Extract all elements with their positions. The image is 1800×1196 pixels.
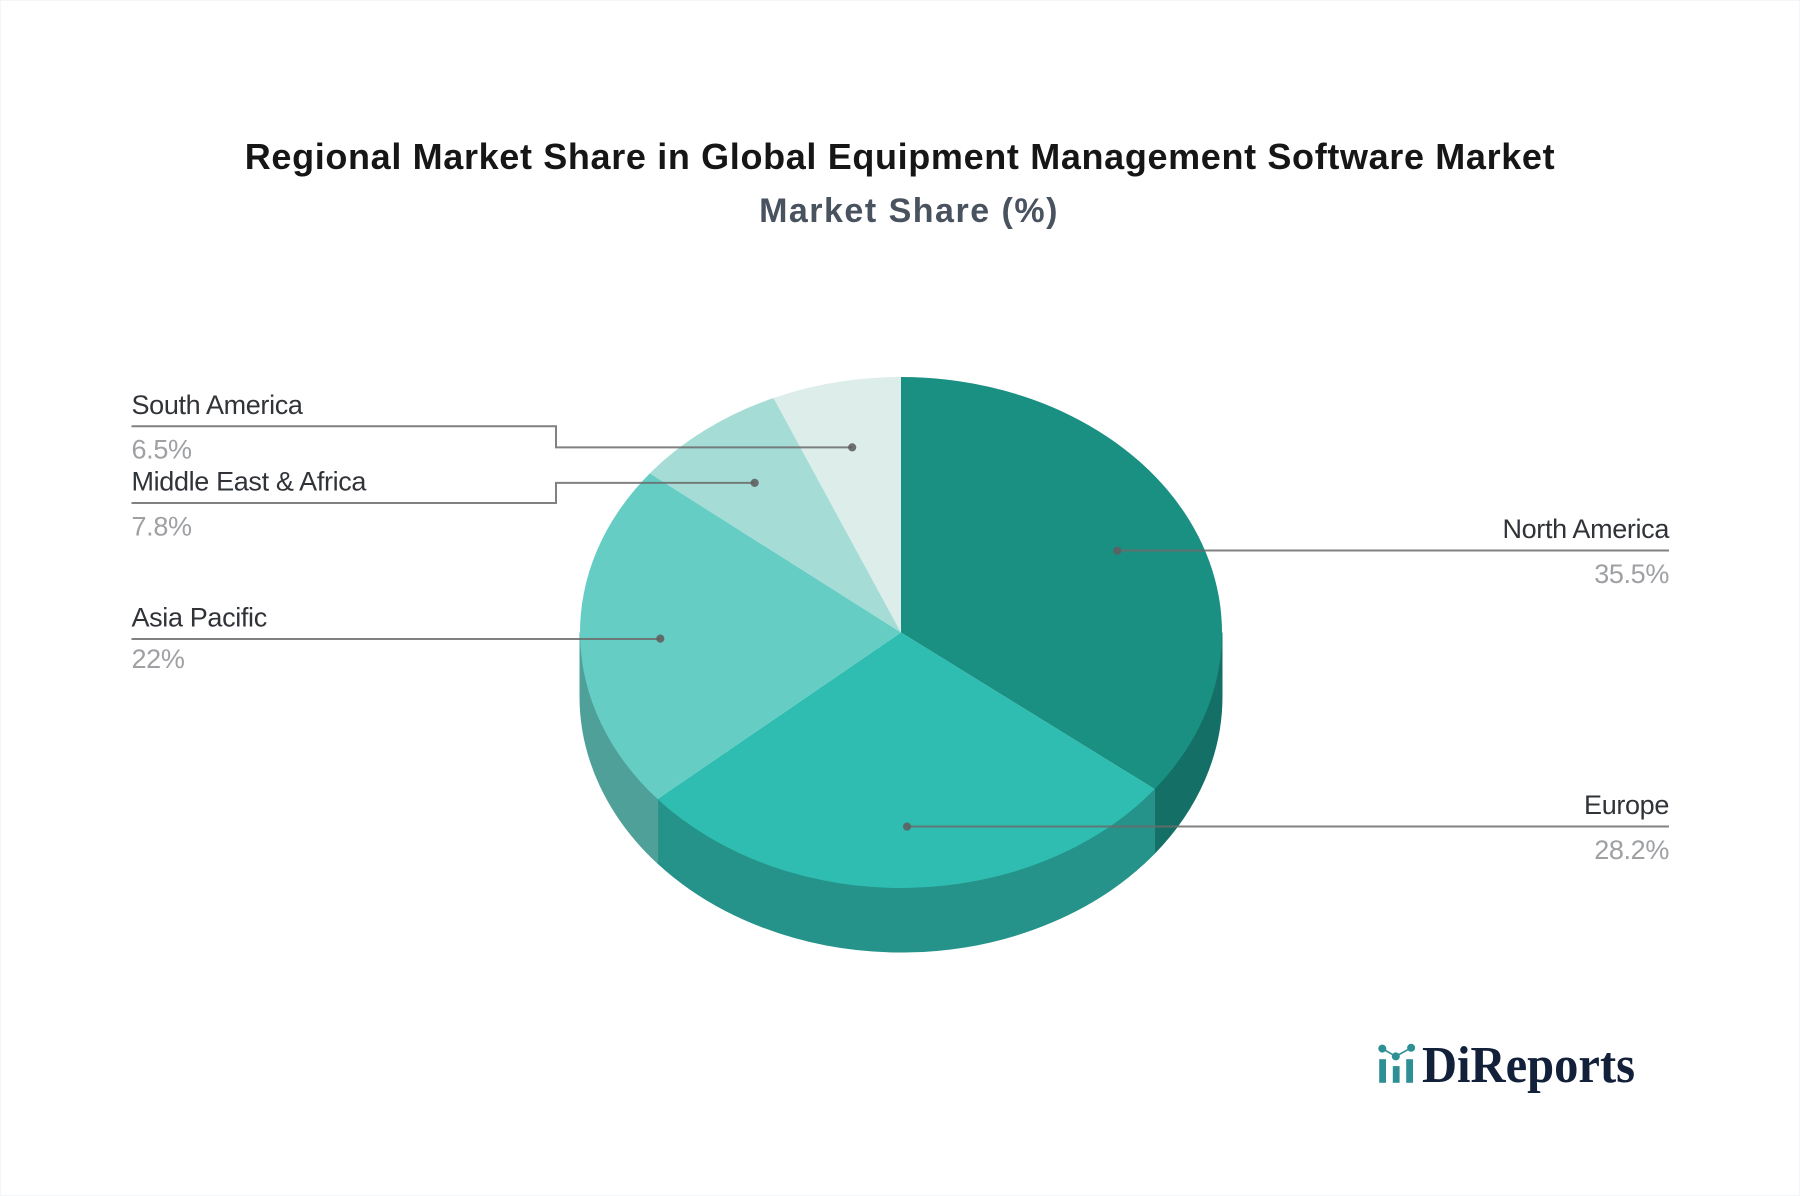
svg-text:7.8%: 7.8% [132,511,192,541]
svg-text:North America: North America [1502,514,1670,544]
svg-text:Market Share (%): Market Share (%) [759,192,1059,230]
svg-text:Europe: Europe [1584,790,1669,820]
svg-text:28.2%: 28.2% [1594,835,1669,865]
svg-text:Regional Market Share in Globa: Regional Market Share in Global Equipmen… [245,136,1555,177]
svg-text:South America: South America [132,390,304,420]
svg-text:6.5%: 6.5% [132,435,192,465]
svg-text:Asia Pacific: Asia Pacific [132,603,267,633]
svg-text:Middle East & Africa: Middle East & Africa [132,467,368,497]
svg-text:DiReports: DiReports [1422,1037,1635,1094]
svg-text:22%: 22% [132,644,185,674]
svg-text:35.5%: 35.5% [1594,559,1669,589]
